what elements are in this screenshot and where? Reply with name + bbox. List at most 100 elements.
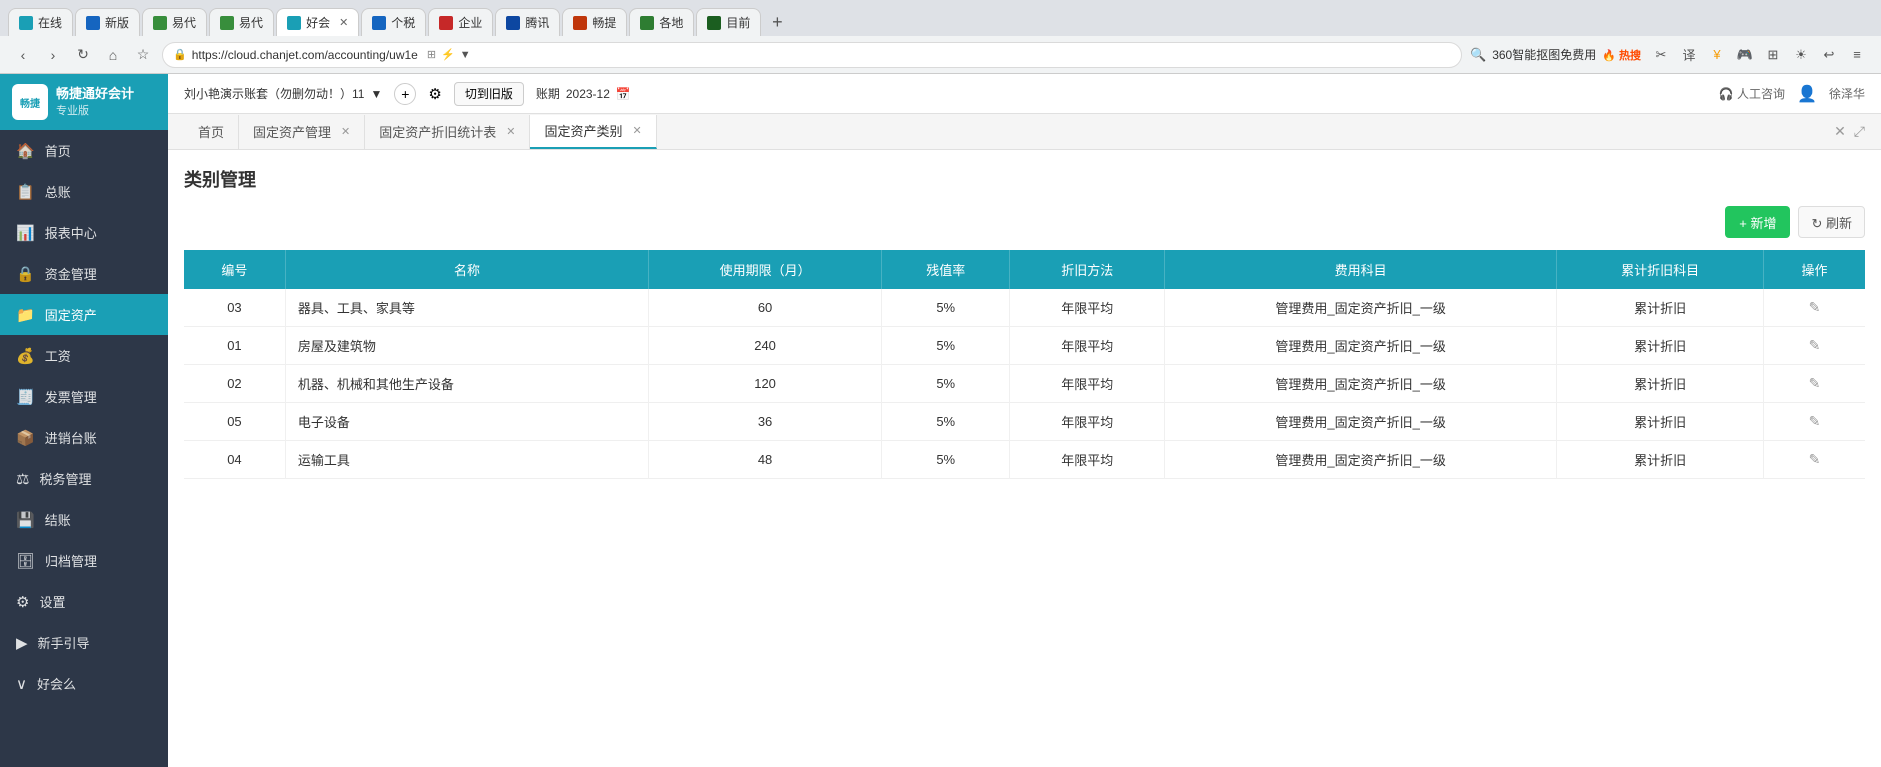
row-expense-subject: 管理费用_固定资产折旧_一级 [1165,403,1557,441]
lock-icon: 🔒 [173,48,187,61]
browser-tab-tab7[interactable]: 企业 [428,8,493,36]
edit-icon[interactable]: ✎ [1809,451,1821,467]
calendar-icon[interactable]: 📅 [616,87,631,101]
browser-tab-tab6[interactable]: 个税 [361,8,426,36]
forward-button[interactable]: › [42,44,64,66]
undo-icon[interactable]: ↩ [1817,43,1841,67]
page-tab-close[interactable]: ✕ [341,125,350,138]
page-tab-asset-mgmt[interactable]: 固定资产管理 ✕ [239,115,365,149]
edit-icon[interactable]: ✎ [1809,337,1821,353]
sidebar-brand: 畅捷通好会计 专业版 [56,86,134,119]
sidebar-item-closing[interactable]: 💾 结账 [0,499,168,540]
sidebar-item-payroll[interactable]: 💰工资 [0,335,168,376]
row-period: 120 [649,365,882,403]
row-action[interactable]: ✎ [1764,365,1865,403]
edit-icon[interactable]: ✎ [1809,299,1821,315]
sidebar-item-reports[interactable]: 📊报表中心 [0,212,168,253]
bookmark-button[interactable]: ☆ [132,44,154,66]
scissors-icon[interactable]: ✂ [1649,43,1673,67]
browser-tab-tab2[interactable]: 新版 [75,8,140,36]
sidebar-item-label: 资金管理 [45,264,97,283]
sidebar-item-funds[interactable]: 🔒资金管理 [0,253,168,294]
brightness-icon[interactable]: ☀ [1789,43,1813,67]
sidebar-header: 畅捷 畅捷通好会计 专业版 [0,74,168,130]
yuan-icon[interactable]: ¥ [1705,43,1729,67]
sidebar-item-fixed-assets[interactable]: 📁固定资产 [0,294,168,335]
refresh-button[interactable]: ↻ 刷新 [1798,206,1865,238]
translate-icon[interactable]: 译 [1677,43,1701,67]
row-depreciation-method: 年限平均 [1010,403,1165,441]
home-button[interactable]: ⌂ [102,44,124,66]
page-tab-close[interactable]: ✕ [506,125,515,138]
new-tab-button[interactable]: + [763,8,791,36]
browser-tab-tab11[interactable]: 目前 [696,8,761,36]
page-tab-label: 固定资产管理 [253,122,331,141]
user-info: 刘小艳演示账套（勿删勿动！）11 ▼ [184,85,382,102]
browser-tab-tab5[interactable]: 好会✕ [276,8,359,36]
row-action[interactable]: ✎ [1764,327,1865,365]
hot-badge[interactable]: 🔥 热搜 [1602,47,1641,63]
grid-icon[interactable]: ⊞ [1761,43,1785,67]
edit-icon[interactable]: ✎ [1809,413,1821,429]
sidebar-item-label: 结账 [45,510,71,529]
app-header: 刘小艳演示账套（勿删勿动！）11 ▼ + ⚙ 切到旧版 账期 2023-12 📅… [168,74,1881,114]
sidebar-item-inventory[interactable]: 📦进销台账 [0,417,168,458]
row-period: 36 [649,403,882,441]
header-right: 🎧 人工咨询 👤 徐泽华 [1719,84,1865,104]
browser-tab-tab4[interactable]: 易代 [209,8,274,36]
switch-version-button[interactable]: 切到旧版 [454,82,524,106]
address-bar: ‹ › ↻ ⌂ ☆ 🔒 https://cloud.chanjet.com/ac… [0,36,1881,74]
row-action[interactable]: ✎ [1764,403,1865,441]
browser-tab-tab9[interactable]: 畅提 [562,8,627,36]
table-header-cell: 编号 [184,250,285,289]
row-expense-subject: 管理费用_固定资产折旧_一级 [1165,327,1557,365]
page-tab-asset-depreciation[interactable]: 固定资产折旧统计表✕ [365,115,530,149]
browser-tab-tab3[interactable]: 易代 [142,8,207,36]
row-depreciation-method: 年限平均 [1010,365,1165,403]
back-button[interactable]: ‹ [12,44,34,66]
row-residual-rate: 5% [881,365,1009,403]
close-window-icon[interactable]: ✕ [1834,123,1846,140]
sidebar-logo: 畅捷 [12,84,48,120]
row-accumulated-subject: 累计折旧 [1557,403,1764,441]
table-header-cell: 费用科目 [1165,250,1557,289]
sidebar-item-label: 税务管理 [39,469,91,488]
page-tab-asset-category[interactable]: 固定资产类别✕ [530,115,656,149]
table-row: 03器具、工具、家具等605%年限平均管理费用_固定资产折旧_一级累计折旧✎ [184,289,1865,327]
refresh-button[interactable]: ↻ [72,44,94,66]
row-id: 02 [184,365,285,403]
browser-toolbar-icons: ✂ 译 ¥ 🎮 ⊞ ☀ ↩ ≡ [1649,43,1869,67]
sidebar-item-invoice[interactable]: 🧾发票管理 [0,376,168,417]
maximize-icon[interactable]: ⤢ [1854,123,1865,140]
browser-tab-tab10[interactable]: 各地 [629,8,694,36]
url-bar[interactable]: 🔒 https://cloud.chanjet.com/accounting/u… [162,42,1462,68]
page-tab-home[interactable]: 首页 [184,115,239,149]
table-row: 05电子设备365%年限平均管理费用_固定资产折旧_一级累计折旧✎ [184,403,1865,441]
support-label[interactable]: 🎧 人工咨询 [1719,85,1785,102]
sidebar-item-settings[interactable]: ⚙设置 [0,581,168,622]
sidebar-item-home[interactable]: 🏠首页 [0,130,168,171]
dropdown-chevron[interactable]: ▼ [370,87,382,101]
add-btn[interactable]: + [394,83,416,105]
sidebar-item-archive[interactable]: 🗄归档管理 [0,540,168,581]
page-tab-close[interactable]: ✕ [633,124,642,137]
dropdown-icon[interactable]: ▼ [460,49,471,61]
row-action[interactable]: ✎ [1764,441,1865,479]
sidebar-item-ledger[interactable]: 📋总账 [0,171,168,212]
sidebar-item-guide[interactable]: ▶新手引导 [0,622,168,663]
sidebar-item-more[interactable]: ∨好会么 [0,663,168,704]
browser-tab-tab1[interactable]: 在线 [8,8,73,36]
row-id: 05 [184,403,285,441]
closing-icon: 💾 [16,511,35,529]
add-category-button[interactable]: + 新增 [1725,206,1790,238]
main-content: 类别管理 + 新增 ↻ 刷新 编号名称使用期限（月）残值率折旧方法费用科目累计折… [168,150,1881,767]
game-icon[interactable]: 🎮 [1733,43,1757,67]
ledger-icon: 📋 [16,183,35,201]
settings-gear-icon[interactable]: ⚙ [428,85,441,103]
right-area: 刘小艳演示账套（勿删勿动！）11 ▼ + ⚙ 切到旧版 账期 2023-12 📅… [168,74,1881,767]
browser-tab-tab8[interactable]: 腾讯 [495,8,560,36]
menu-icon[interactable]: ≡ [1845,43,1869,67]
sidebar-item-tax[interactable]: ⚖税务管理 [0,458,168,499]
edit-icon[interactable]: ✎ [1809,375,1821,391]
row-action[interactable]: ✎ [1764,289,1865,327]
